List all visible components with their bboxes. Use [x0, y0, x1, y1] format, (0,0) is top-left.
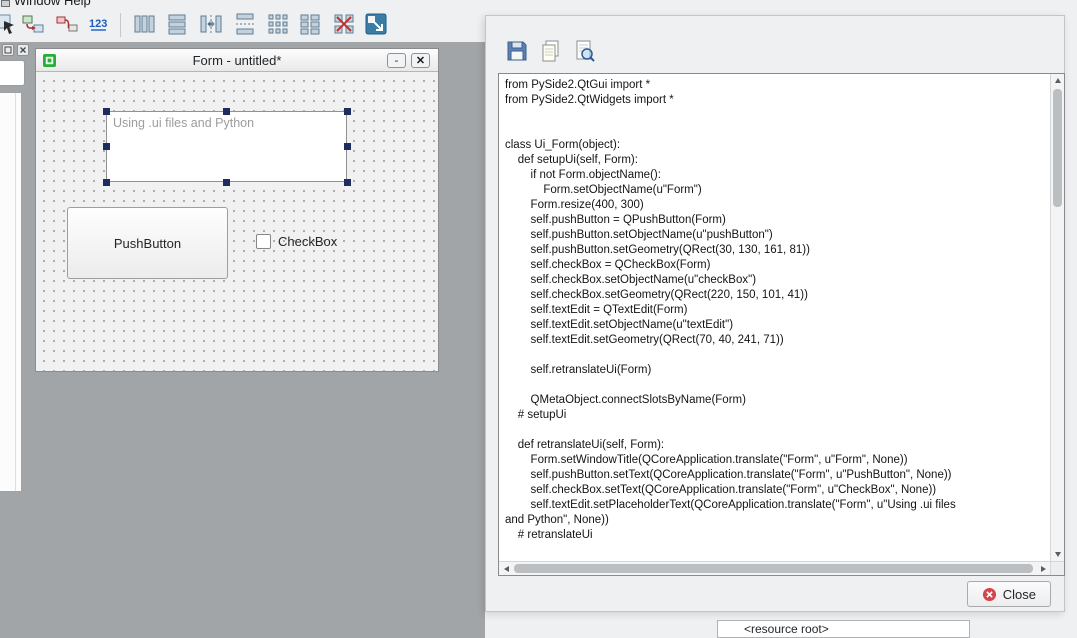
code-view[interactable]: from PySide2.QtGui import *from PySide2.… [498, 73, 1065, 576]
code-line: self.textEdit.setObjectName(u"textEdit") [505, 318, 1050, 333]
selection-handle[interactable] [344, 108, 351, 115]
code-line: self.textEdit.setPlaceholderText(QCoreAp… [505, 498, 1050, 513]
window-icon [1, 0, 10, 7]
dock-float-icon[interactable] [2, 44, 14, 56]
scrollbar-corner [1050, 561, 1064, 575]
code-line: from PySide2.QtWidgets import * [505, 93, 1050, 108]
layout-vertical-splitter-icon[interactable] [232, 11, 258, 37]
textedit-widget[interactable]: Using .ui files and Python [106, 111, 347, 182]
widgetbox-panel[interactable] [0, 92, 22, 492]
scroll-down-icon[interactable] [1051, 548, 1065, 561]
checkbox-label: CheckBox [278, 234, 337, 249]
code-line: if not Form.objectName(): [505, 168, 1050, 183]
code-line: # retranslateUi [505, 528, 1050, 543]
layout-form-icon[interactable] [297, 11, 323, 37]
find-icon[interactable] [572, 38, 598, 64]
scroll-left-icon[interactable] [499, 562, 513, 575]
horizontal-scrollbar[interactable] [499, 561, 1050, 575]
resource-browser: <resource root> [717, 620, 970, 638]
selection-handle[interactable] [344, 179, 351, 186]
selection-handle[interactable] [223, 108, 230, 115]
dock-close-icon[interactable] [17, 44, 29, 56]
code-line: def retranslateUi(self, Form): [505, 438, 1050, 453]
copy-icon[interactable] [538, 38, 564, 64]
code-line: Form.resize(400, 300) [505, 198, 1050, 213]
code-line: self.pushButton.setObjectName(u"pushButt… [505, 228, 1050, 243]
code-line: self.textEdit.setGeometry(QRect(70, 40, … [505, 333, 1050, 348]
code-line: QMetaObject.connectSlotsByName(Form) [505, 393, 1050, 408]
mdi-area: Form - untitled* - ✕ Using .ui files and… [0, 42, 485, 638]
code-line: Form.setWindowTitle(QCoreApplication.tra… [505, 453, 1050, 468]
code-line: self.checkBox.setGeometry(QRect(220, 150… [505, 288, 1050, 303]
code-line: and Python", None)) [505, 513, 1050, 528]
selection-handle[interactable] [103, 179, 110, 186]
code-line: Form.setObjectName(u"Form") [505, 183, 1050, 198]
code-line [505, 348, 1050, 363]
menu-window[interactable]: Window [14, 0, 60, 8]
widgetbox-filter-input[interactable] [0, 60, 25, 86]
selection-handle[interactable] [223, 179, 230, 186]
menu-help[interactable]: Help [64, 0, 91, 8]
layout-grid-icon[interactable] [265, 11, 291, 37]
code-line: self.textEdit = QTextEdit(Form) [505, 303, 1050, 318]
close-button-label: Close [1003, 587, 1036, 602]
selection-handle[interactable] [344, 143, 351, 150]
widgetbox-panel-edge [15, 93, 16, 491]
code-line: self.pushButton.setGeometry(QRect(30, 13… [505, 243, 1050, 258]
toolbar-separator [120, 13, 121, 37]
code-line: # setupUi [505, 408, 1050, 423]
form-window-title: Form - untitled* [36, 53, 438, 68]
break-layout-icon[interactable] [331, 11, 357, 37]
code-line: def setupUi(self, Form): [505, 153, 1050, 168]
save-icon[interactable] [504, 38, 530, 64]
dialog-close-icon [982, 587, 997, 602]
edit-tab-order-icon[interactable]: 123 [86, 11, 112, 37]
minimize-button[interactable]: - [387, 53, 406, 68]
code-preview-dialog: from PySide2.QtGui import *from PySide2.… [485, 15, 1065, 612]
checkbox-widget[interactable]: CheckBox [256, 233, 337, 249]
form-editor-window: Form - untitled* - ✕ Using .ui files and… [35, 48, 439, 372]
close-window-button[interactable]: ✕ [411, 53, 430, 68]
selection-handle[interactable] [103, 108, 110, 115]
code-line: self.pushButton = QPushButton(Form) [505, 213, 1050, 228]
form-window-titlebar[interactable]: Form - untitled* - ✕ [36, 49, 438, 72]
resource-root-item[interactable]: <resource root> [718, 621, 969, 636]
edit-widgets-icon[interactable] [0, 11, 19, 37]
adjust-size-icon[interactable] [363, 11, 389, 37]
edit-signals-slots-icon[interactable] [20, 11, 46, 37]
horizontal-scrollbar-thumb[interactable] [514, 564, 1033, 573]
layout-horizontal-splitter-icon[interactable] [198, 11, 224, 37]
code-line: self.pushButton.setText(QCoreApplication… [505, 468, 1050, 483]
selection-handle[interactable] [103, 143, 110, 150]
close-button[interactable]: Close [967, 581, 1051, 607]
code-line: from PySide2.QtGui import * [505, 78, 1050, 93]
form-canvas[interactable]: Using .ui files and Python PushButton Ch… [36, 73, 438, 371]
code-line [505, 123, 1050, 138]
layout-horizontal-icon[interactable] [131, 11, 157, 37]
checkbox-indicator[interactable] [256, 234, 271, 249]
svg-text:123: 123 [89, 18, 107, 30]
pushbutton-widget[interactable]: PushButton [67, 207, 228, 279]
code-line [505, 108, 1050, 123]
menubar: Window Help [0, 0, 1077, 8]
vertical-scrollbar-thumb[interactable] [1053, 89, 1062, 207]
code-line: self.retranslateUi(Form) [505, 363, 1050, 378]
qt-designer-screen: Window Help 123 [0, 0, 1077, 638]
vertical-scrollbar[interactable] [1050, 74, 1064, 561]
scroll-right-icon[interactable] [1036, 562, 1050, 575]
layout-vertical-icon[interactable] [164, 11, 190, 37]
scroll-up-icon[interactable] [1051, 74, 1065, 87]
code-line [505, 423, 1050, 438]
code-line: self.checkBox.setObjectName(u"checkBox") [505, 273, 1050, 288]
code-line: class Ui_Form(object): [505, 138, 1050, 153]
code-line [505, 378, 1050, 393]
edit-buddies-icon[interactable] [54, 11, 80, 37]
code-line: self.checkBox.setText(QCoreApplication.t… [505, 483, 1050, 498]
code-line: self.checkBox = QCheckBox(Form) [505, 258, 1050, 273]
code-lines-container[interactable]: from PySide2.QtGui import *from PySide2.… [499, 74, 1050, 561]
